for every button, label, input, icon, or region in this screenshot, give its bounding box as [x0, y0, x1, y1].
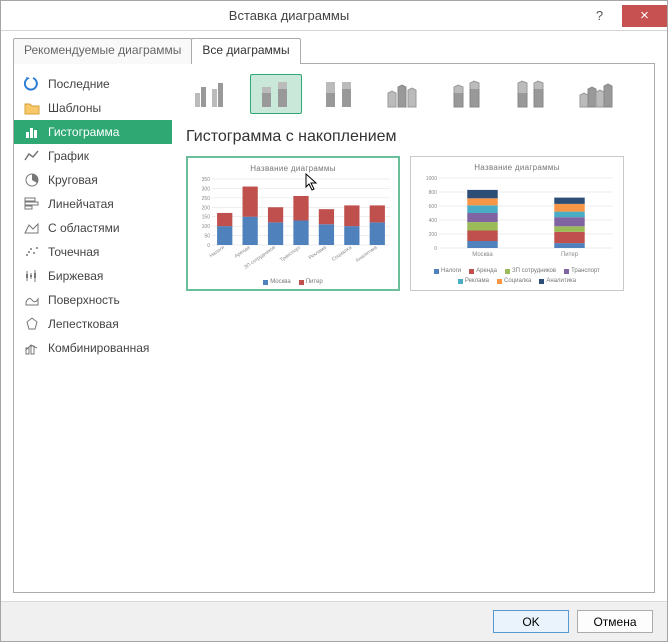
sidebar-item-column[interactable]: Гистограмма — [14, 120, 172, 144]
radar-chart-icon — [24, 316, 40, 332]
sidebar-item-templates[interactable]: Шаблоны — [14, 96, 172, 120]
subtype-stacked[interactable] — [250, 74, 302, 114]
sidebar-item-combo[interactable]: Комбинированная — [14, 336, 172, 360]
svg-text:Аренда: Аренда — [234, 245, 252, 260]
svg-text:600: 600 — [429, 204, 438, 210]
legend-1: Москва Питер — [194, 279, 392, 285]
combo-chart-icon — [24, 340, 40, 356]
svg-text:Налоги: Налоги — [209, 245, 226, 260]
sidebar-item-pie[interactable]: Круговая — [14, 168, 172, 192]
svg-text:150: 150 — [202, 215, 211, 221]
sidebar-item-bar[interactable]: Линейчатая — [14, 192, 172, 216]
dialog-window: Вставка диаграммы ? × Рекомендуемые диаг… — [0, 0, 668, 642]
svg-text:200: 200 — [202, 205, 211, 211]
footer: OK Отмена — [1, 601, 667, 641]
sidebar-item-scatter[interactable]: Точечная — [14, 240, 172, 264]
subtype-3d-stacked[interactable] — [442, 74, 494, 114]
svg-text:50: 50 — [204, 234, 210, 240]
sidebar-item-label: Шаблоны — [48, 101, 101, 115]
tab-all[interactable]: Все диаграммы — [191, 38, 300, 64]
sidebar-item-area[interactable]: С областями — [14, 216, 172, 240]
scatter-chart-icon — [24, 244, 40, 260]
chart-type-sidebar: Последние Шаблоны Гистограмма График Кру… — [14, 64, 172, 592]
svg-text:300: 300 — [202, 186, 211, 192]
tab-strip: Рекомендуемые диаграммы Все диаграммы — [1, 37, 667, 63]
titlebar: Вставка диаграммы ? × — [1, 1, 667, 31]
sidebar-item-label: Последние — [48, 77, 110, 91]
svg-text:Социалка: Социалка — [331, 245, 353, 263]
svg-text:Аналитика: Аналитика — [355, 245, 379, 264]
svg-text:Москва: Москва — [472, 252, 493, 258]
area-chart-icon — [24, 220, 40, 236]
tab-recommended[interactable]: Рекомендуемые диаграммы — [13, 38, 192, 64]
svg-text:100: 100 — [202, 224, 211, 230]
sidebar-item-label: Лепестковая — [48, 317, 119, 331]
help-button[interactable]: ? — [577, 5, 622, 27]
sidebar-item-label: Линейчатая — [48, 197, 114, 211]
sidebar-item-label: Поверхность — [48, 293, 120, 307]
sidebar-item-label: Биржевая — [48, 269, 103, 283]
titlebar-title: Вставка диаграммы — [1, 8, 577, 23]
bar-chart-icon — [24, 196, 40, 212]
sidebar-item-stock[interactable]: Биржевая — [14, 264, 172, 288]
sidebar-item-label: С областями — [48, 221, 120, 235]
content-area: Последние Шаблоны Гистограмма График Кру… — [13, 63, 655, 593]
svg-text:250: 250 — [202, 196, 211, 202]
preview-row: Название диаграммы 0 50 100 150 200 250 300 350… — [186, 156, 640, 291]
subtype-3d[interactable] — [570, 74, 622, 114]
legend-2: Налоги Аренда ЗП сотрудников Транспорт Р… — [417, 268, 617, 284]
sidebar-item-line[interactable]: График — [14, 144, 172, 168]
sidebar-item-surface[interactable]: Поверхность — [14, 288, 172, 312]
sidebar-item-label: Круговая — [48, 173, 98, 187]
svg-text:Реклама: Реклама — [308, 245, 328, 262]
svg-text:Питер: Питер — [561, 252, 579, 258]
sidebar-item-label: Гистограмма — [48, 125, 119, 139]
svg-text:800: 800 — [429, 190, 438, 196]
line-chart-icon — [24, 148, 40, 164]
subtype-row — [186, 74, 640, 114]
svg-text:400: 400 — [429, 218, 438, 224]
svg-text:200: 200 — [429, 232, 438, 238]
sidebar-item-recent[interactable]: Последние — [14, 72, 172, 96]
subtype-3d-100stacked[interactable] — [506, 74, 558, 114]
cancel-button[interactable]: Отмена — [577, 610, 653, 633]
close-button[interactable]: × — [622, 5, 667, 27]
main-panel: Гистограмма с накоплением Название диагр… — [172, 64, 654, 592]
chart-heading: Гистограмма с накоплением — [186, 128, 640, 146]
chart-preview-1: 050100150200250300350НалогиАрендаЗП сотр… — [194, 177, 394, 273]
preview-title: Название диаграммы — [194, 164, 392, 173]
svg-text:0: 0 — [434, 246, 437, 252]
subtype-3d-clustered[interactable] — [378, 74, 430, 114]
subtype-clustered[interactable] — [186, 74, 238, 114]
pie-chart-icon — [24, 172, 40, 188]
ok-button[interactable]: OK — [493, 610, 569, 633]
surface-chart-icon — [24, 292, 40, 308]
sidebar-item-label: График — [48, 149, 89, 163]
sidebar-item-label: Точечная — [48, 245, 99, 259]
svg-text:Транспорт: Транспорт — [279, 244, 303, 263]
preview-1[interactable]: Название диаграммы 0 50 100 150 200 250 300 350… — [186, 156, 400, 291]
sidebar-item-radar[interactable]: Лепестковая — [14, 312, 172, 336]
svg-text:1000: 1000 — [426, 176, 437, 182]
stock-chart-icon — [24, 268, 40, 284]
chart-preview-2: 0 200 400 600 800 1000 Москва Питер — [417, 176, 617, 262]
recent-icon — [24, 76, 40, 92]
subtype-100stacked[interactable] — [314, 74, 366, 114]
svg-text:0: 0 — [207, 243, 210, 249]
sidebar-item-label: Комбинированная — [48, 341, 149, 355]
preview-title: Название диаграммы — [417, 163, 617, 172]
svg-text:350: 350 — [202, 177, 211, 183]
column-chart-icon — [24, 124, 40, 140]
preview-2[interactable]: Название диаграммы 0 200 400 600 800 1000 Моск… — [410, 156, 624, 291]
folder-icon — [24, 100, 40, 116]
